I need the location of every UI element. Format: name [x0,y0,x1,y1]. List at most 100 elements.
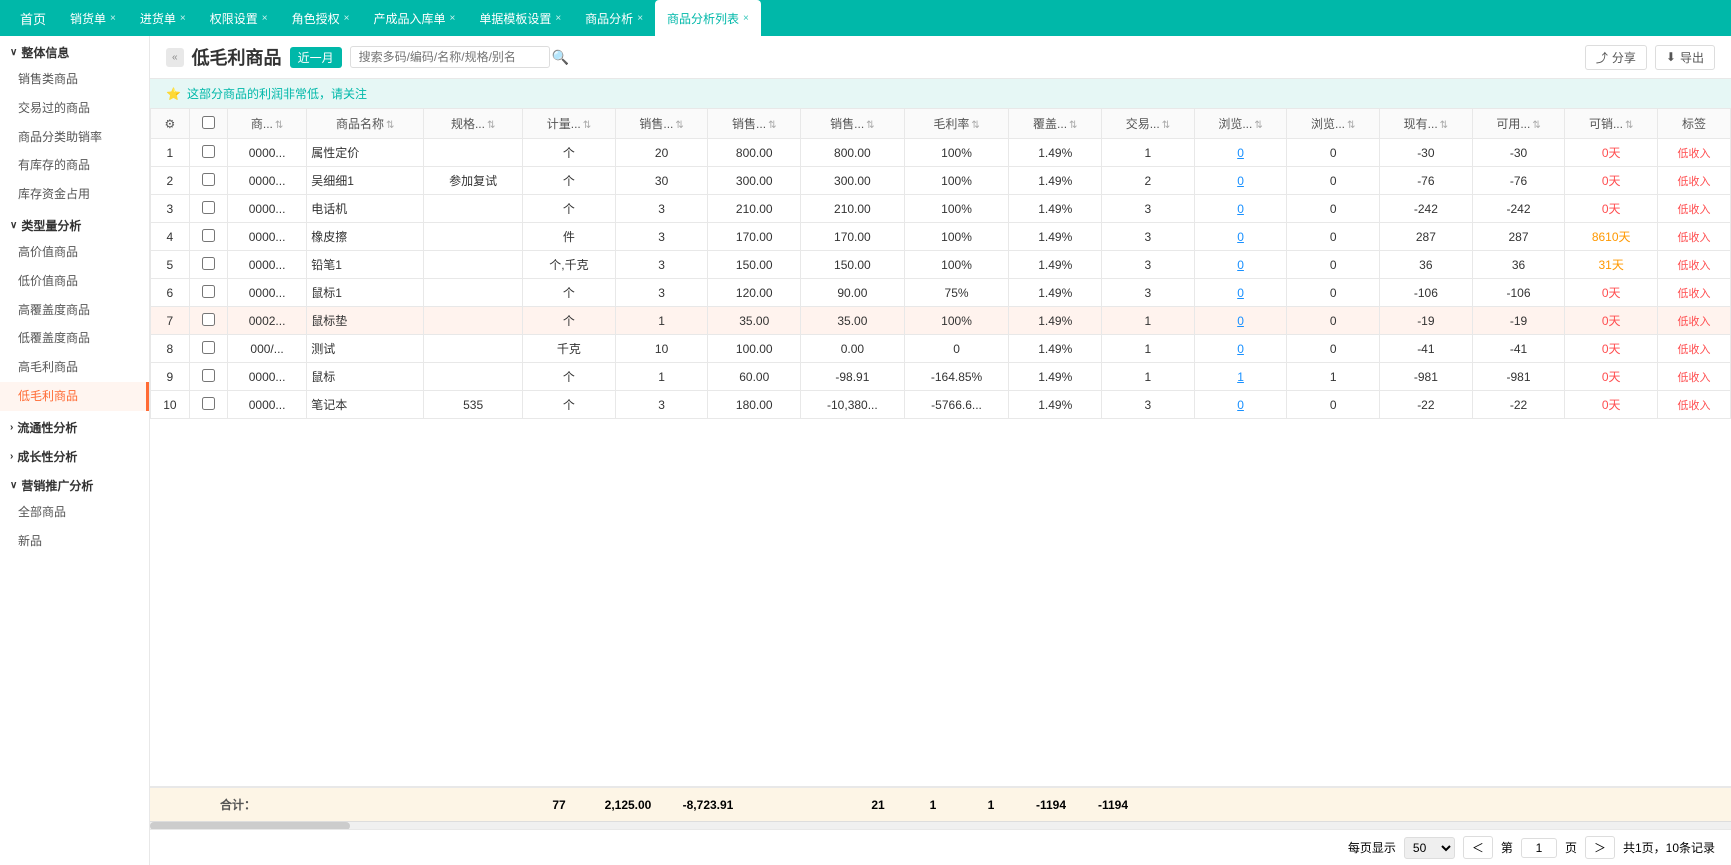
row-name: 吴细细1 [307,167,424,195]
nav-purchase-order[interactable]: 进货单 × [128,0,198,36]
col-views1[interactable]: 浏览...⇅ [1194,109,1287,139]
nav-product-analysis[interactable]: 商品分析 × [573,0,655,36]
row-views1[interactable]: 0 [1194,279,1287,307]
row-checkbox[interactable] [189,167,227,195]
row-spec: 535 [424,391,523,419]
row-checkbox[interactable] [189,307,227,335]
row-views1[interactable]: 1 [1194,363,1287,391]
row-no: 10 [151,391,190,419]
row-no: 4 [151,223,190,251]
horizontal-scroll[interactable] [150,821,1731,829]
sidebar-item-category-assist-rate[interactable]: 商品分类助销率 [0,123,149,152]
row-views1[interactable]: 0 [1194,335,1287,363]
sidebar-item-all-products[interactable]: 全部商品 [0,498,149,527]
nav-close-icon[interactable]: × [637,13,643,24]
sidebar-item-high-margin[interactable]: 高毛利商品 [0,353,149,382]
nav-close-icon[interactable]: × [743,13,749,24]
row-checkbox[interactable] [189,195,227,223]
next-page-button[interactable]: ＞ [1585,836,1615,859]
sidebar-group-marketing[interactable]: ∨ 营销推广分析 [0,469,149,498]
col-checkbox[interactable] [189,109,227,139]
row-sales-profit: 800.00 [801,139,905,167]
per-page-select[interactable]: 50 100 200 [1404,837,1455,859]
col-code[interactable]: 商...⇅ [227,109,306,139]
row-spec [424,363,523,391]
sidebar-item-sales-products[interactable]: 销售类商品 [0,65,149,94]
row-sales-amount: 120.00 [708,279,801,307]
search-icon-button[interactable]: 🔍 [552,49,569,66]
nav-home[interactable]: 首页 [8,0,58,36]
row-coverage: 1.49% [1009,335,1102,363]
col-sales-qty[interactable]: 销售...⇅ [615,109,708,139]
row-views1[interactable]: 0 [1194,251,1287,279]
row-views2: 0 [1287,335,1380,363]
sidebar-item-stock-capital[interactable]: 库存资金占用 [0,180,149,209]
row-views1[interactable]: 0 [1194,139,1287,167]
row-checkbox[interactable] [189,139,227,167]
col-coverage[interactable]: 覆盖...⇅ [1009,109,1102,139]
row-views1[interactable]: 0 [1194,195,1287,223]
sidebar-item-traded-products[interactable]: 交易过的商品 [0,94,149,123]
col-sales-profit[interactable]: 销售...⇅ [801,109,905,139]
nav-template-settings[interactable]: 单据模板设置 × [467,0,573,36]
col-tag[interactable]: 标签 [1658,109,1731,139]
row-checkbox[interactable] [189,223,227,251]
sidebar-item-high-value[interactable]: 高价值商品 [0,238,149,267]
col-spec[interactable]: 规格...⇅ [424,109,523,139]
search-input[interactable] [350,46,550,68]
nav-sales-order[interactable]: 销货单 × [58,0,128,36]
nav-close-icon[interactable]: × [180,13,186,24]
nav-permission-settings[interactable]: 权限设置 × [198,0,280,36]
date-filter-button[interactable]: 近一月 [290,47,342,68]
sidebar-group-growth[interactable]: › 成长性分析 [0,440,149,469]
row-checkbox[interactable] [189,363,227,391]
row-views1[interactable]: 0 [1194,167,1287,195]
nav-close-icon[interactable]: × [110,13,116,24]
nav-close-icon[interactable]: × [344,13,350,24]
prev-page-button[interactable]: ＜ [1463,836,1493,859]
nav-close-icon[interactable]: × [262,13,268,24]
col-saleable[interactable]: 可销...⇅ [1565,109,1658,139]
col-views2[interactable]: 浏览...⇅ [1287,109,1380,139]
sidebar-collapse-button[interactable]: « [166,48,184,67]
sidebar-item-low-margin[interactable]: 低毛利商品 [0,382,149,411]
col-unit[interactable]: 计量...⇅ [523,109,616,139]
sidebar-item-low-coverage[interactable]: 低覆盖度商品 [0,324,149,353]
sidebar-item-in-stock-products[interactable]: 有库存的商品 [0,151,149,180]
row-checkbox[interactable] [189,251,227,279]
nav-close-icon[interactable]: × [449,13,455,24]
export-button[interactable]: ⬇ 导出 [1655,45,1715,70]
row-sales-qty: 20 [615,139,708,167]
nav-product-inbound[interactable]: 产成品入库单 × [361,0,467,36]
col-name[interactable]: 商品名称⇅ [307,109,424,139]
nav-close-icon[interactable]: × [555,13,561,24]
row-views1[interactable]: 0 [1194,307,1287,335]
sidebar-item-new-products[interactable]: 新品 [0,527,149,556]
col-current-stock[interactable]: 现有...⇅ [1380,109,1473,139]
col-gross-margin[interactable]: 毛利率⇅ [904,109,1009,139]
col-available[interactable]: 可用...⇅ [1472,109,1565,139]
row-name: 鼠标1 [307,279,424,307]
sidebar-group-overall[interactable]: ∨ 整体信息 [0,36,149,65]
row-code: 0000... [227,251,306,279]
page-number-input[interactable] [1521,838,1557,858]
col-settings[interactable]: ⚙ [151,109,190,139]
select-all-checkbox[interactable] [202,116,215,129]
share-button[interactable]: ⤴ 分享 [1585,45,1647,70]
row-views1[interactable]: 0 [1194,223,1287,251]
row-views1[interactable]: 0 [1194,391,1287,419]
row-available: -19 [1472,307,1565,335]
sidebar-group-liquidity[interactable]: › 流通性分析 [0,411,149,440]
export-icon: ⬇ [1666,50,1676,64]
sidebar-item-high-coverage[interactable]: 高覆盖度商品 [0,296,149,325]
col-sales-amount[interactable]: 销售...⇅ [708,109,801,139]
header-actions: ⤴ 分享 ⬇ 导出 [1585,45,1715,70]
row-checkbox[interactable] [189,391,227,419]
nav-role-auth[interactable]: 角色授权 × [280,0,362,36]
sidebar-group-type-analysis[interactable]: ∨ 类型量分析 [0,209,149,238]
nav-product-analysis-list[interactable]: 商品分析列表 × [655,0,761,36]
col-transactions[interactable]: 交易...⇅ [1102,109,1195,139]
row-checkbox[interactable] [189,279,227,307]
sidebar-item-low-value[interactable]: 低价值商品 [0,267,149,296]
row-checkbox[interactable] [189,335,227,363]
